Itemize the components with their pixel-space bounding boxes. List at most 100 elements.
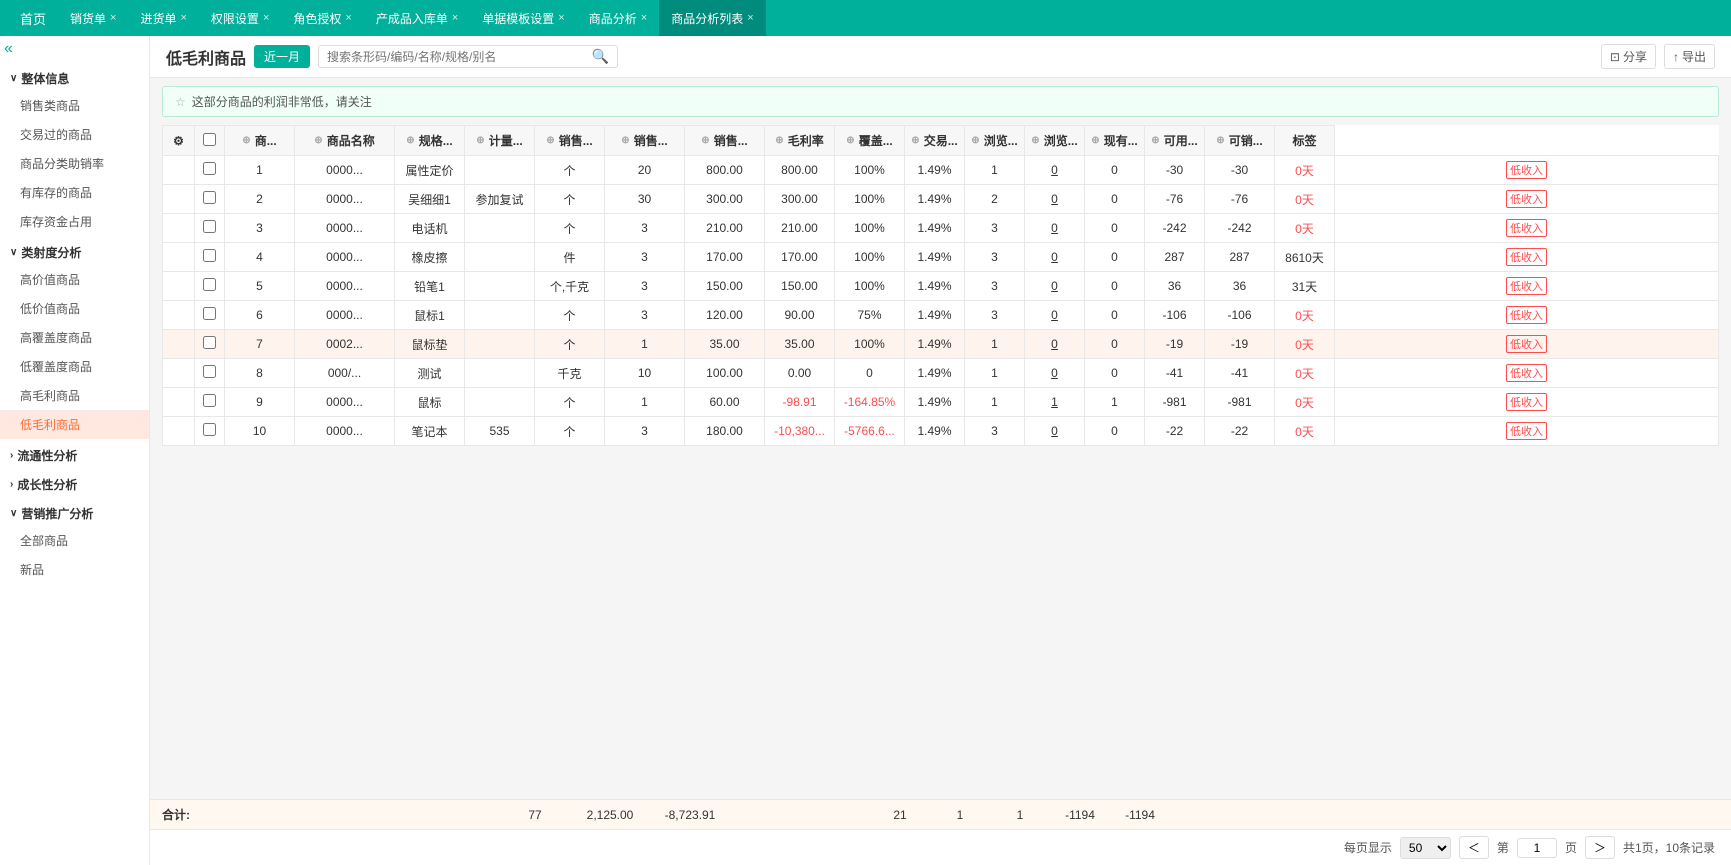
browse-link[interactable]: 0 <box>1051 250 1058 264</box>
sidebar-group-growth[interactable]: › 成长性分析 <box>0 468 149 497</box>
th-current[interactable]: ⊕ 现有... <box>1085 126 1145 156</box>
nav-purchase[interactable]: 进货单 × <box>128 0 198 36</box>
per-page-select[interactable]: 50 20 100 <box>1400 837 1451 859</box>
th-code[interactable]: ⊕ 商... <box>225 126 295 156</box>
filter-icon[interactable]: ⊕ <box>1091 135 1099 146</box>
filter-icon[interactable]: ⊕ <box>701 135 709 146</box>
browse-link[interactable]: 0 <box>1051 424 1058 438</box>
filter-icon[interactable]: ⊕ <box>911 135 919 146</box>
row-checkbox[interactable] <box>203 278 216 291</box>
close-icon[interactable]: × <box>180 12 186 24</box>
sidebar-item-traded-products[interactable]: 交易过的商品 <box>0 120 149 149</box>
sidebar-item-high-profit[interactable]: 高毛利商品 <box>0 381 149 410</box>
th-settings[interactable]: ⚙ <box>163 126 195 156</box>
row-check[interactable] <box>195 359 225 388</box>
filter-icon[interactable]: ⊕ <box>775 135 783 146</box>
row-browse1[interactable]: 0 <box>1025 301 1085 330</box>
row-check[interactable] <box>195 388 225 417</box>
th-sales-qty[interactable]: ⊕ 销售... <box>535 126 605 156</box>
nav-permission[interactable]: 权限设置 × <box>199 0 281 36</box>
row-check[interactable] <box>195 243 225 272</box>
close-icon[interactable]: × <box>110 12 116 24</box>
row-check[interactable] <box>195 417 225 446</box>
filter-icon[interactable]: ⊕ <box>1151 135 1159 146</box>
sidebar-item-high-coverage[interactable]: 高覆盖度商品 <box>0 323 149 352</box>
nav-product-analysis-list[interactable]: 商品分析列表 × <box>659 0 765 36</box>
row-checkbox[interactable] <box>203 307 216 320</box>
th-gross-rate[interactable]: ⊕ 毛利率 <box>765 126 835 156</box>
row-checkbox[interactable] <box>203 394 216 407</box>
nav-product-analysis[interactable]: 商品分析 × <box>577 0 659 36</box>
close-icon[interactable]: × <box>641 12 647 24</box>
filter-icon[interactable]: ⊕ <box>971 135 979 146</box>
settings-icon[interactable]: ⚙ <box>173 134 184 148</box>
row-check[interactable] <box>195 185 225 214</box>
sidebar-group-overall[interactable]: ∨ 整体信息 <box>0 62 149 91</box>
row-check[interactable] <box>195 156 225 185</box>
filter-icon[interactable]: ⊕ <box>846 135 854 146</box>
sidebar-item-all-products[interactable]: 全部商品 <box>0 526 149 555</box>
th-sales-price[interactable]: ⊕ 销售... <box>605 126 685 156</box>
row-checkbox[interactable] <box>203 220 216 233</box>
th-spec[interactable]: ⊕ 规格... <box>395 126 465 156</box>
row-check[interactable] <box>195 301 225 330</box>
next-page-button[interactable]: ＞ <box>1585 836 1615 859</box>
th-transaction[interactable]: ⊕ 交易... <box>905 126 965 156</box>
export-button[interactable]: ↑ 导出 <box>1664 44 1715 69</box>
th-sales-profit[interactable]: ⊕ 销售... <box>685 126 765 156</box>
row-browse1[interactable]: 0 <box>1025 272 1085 301</box>
row-check[interactable] <box>195 272 225 301</box>
nav-sales[interactable]: 销货单 × <box>58 0 128 36</box>
th-name[interactable]: ⊕ 商品名称 <box>295 126 395 156</box>
row-checkbox[interactable] <box>203 365 216 378</box>
period-button[interactable]: 近一月 <box>254 45 310 68</box>
filter-icon[interactable]: ⊕ <box>1216 135 1224 146</box>
table-container[interactable]: ⚙ ⊕ 商... ⊕ <box>150 125 1731 799</box>
row-browse1[interactable]: 0 <box>1025 330 1085 359</box>
sidebar-item-sales-products[interactable]: 销售类商品 <box>0 91 149 120</box>
sidebar-item-new-products[interactable]: 新品 <box>0 555 149 584</box>
close-icon[interactable]: × <box>747 12 753 24</box>
th-saleable[interactable]: ⊕ 可销... <box>1205 126 1275 156</box>
close-icon[interactable]: × <box>452 12 458 24</box>
row-checkbox[interactable] <box>203 191 216 204</box>
browse-link[interactable]: 1 <box>1051 395 1058 409</box>
sidebar-item-low-coverage[interactable]: 低覆盖度商品 <box>0 352 149 381</box>
row-browse1[interactable]: 0 <box>1025 156 1085 185</box>
sidebar-item-in-stock[interactable]: 有库存的商品 <box>0 178 149 207</box>
th-tag[interactable]: 标签 <box>1275 126 1335 156</box>
prev-page-button[interactable]: ＜ <box>1459 836 1489 859</box>
filter-icon[interactable]: ⊕ <box>1031 135 1039 146</box>
filter-icon[interactable]: ⊕ <box>314 135 322 146</box>
filter-icon[interactable]: ⊕ <box>476 135 484 146</box>
row-checkbox[interactable] <box>203 249 216 262</box>
nav-template[interactable]: 单据模板设置 × <box>470 0 576 36</box>
row-checkbox[interactable] <box>203 336 216 349</box>
row-browse1[interactable]: 0 <box>1025 417 1085 446</box>
th-check[interactable] <box>195 126 225 156</box>
row-browse1[interactable]: 0 <box>1025 185 1085 214</box>
share-button[interactable]: ⊡ 分享 <box>1601 44 1656 69</box>
row-browse1[interactable]: 0 <box>1025 243 1085 272</box>
sidebar-item-high-value[interactable]: 高价值商品 <box>0 265 149 294</box>
sidebar-group-flow[interactable]: › 流通性分析 <box>0 439 149 468</box>
browse-link[interactable]: 0 <box>1051 163 1058 177</box>
row-browse1[interactable]: 0 <box>1025 214 1085 243</box>
nav-product-inbound[interactable]: 产成品入库单 × <box>364 0 470 36</box>
browse-link[interactable]: 0 <box>1051 279 1058 293</box>
row-browse1[interactable]: 0 <box>1025 359 1085 388</box>
search-box[interactable]: 🔍 <box>318 45 618 68</box>
close-icon[interactable]: × <box>558 12 564 24</box>
close-icon[interactable]: × <box>263 12 269 24</box>
row-checkbox[interactable] <box>203 162 216 175</box>
browse-link[interactable]: 0 <box>1051 308 1058 322</box>
select-all-checkbox[interactable] <box>203 133 216 146</box>
th-unit[interactable]: ⊕ 计量... <box>465 126 535 156</box>
filter-icon[interactable]: ⊕ <box>546 135 554 146</box>
browse-link[interactable]: 0 <box>1051 221 1058 235</box>
page-number-input[interactable] <box>1517 838 1557 858</box>
sidebar-item-stock-capital[interactable]: 库存资金占用 <box>0 207 149 236</box>
th-coverage[interactable]: ⊕ 覆盖... <box>835 126 905 156</box>
sidebar-item-category-rate[interactable]: 商品分类助销率 <box>0 149 149 178</box>
row-browse1[interactable]: 1 <box>1025 388 1085 417</box>
